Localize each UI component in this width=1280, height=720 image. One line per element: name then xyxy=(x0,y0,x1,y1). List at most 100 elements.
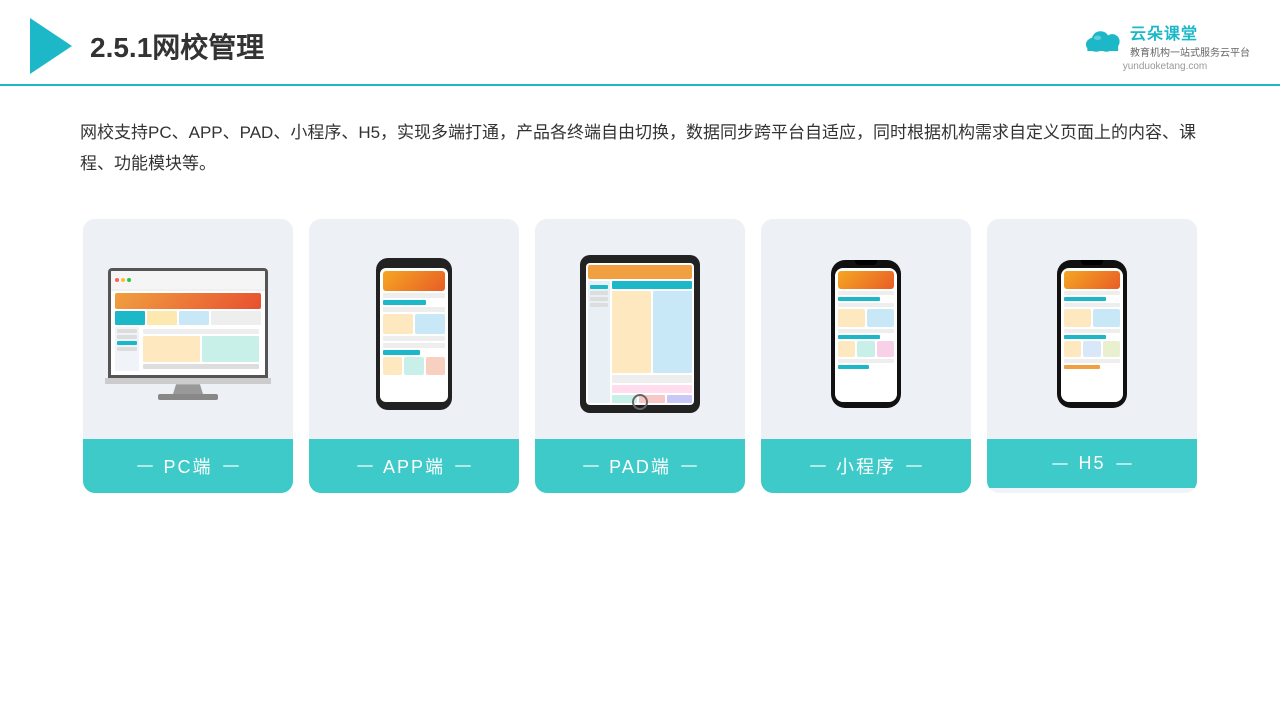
pad-screen-header xyxy=(588,265,692,279)
mini-block-row1 xyxy=(838,309,894,327)
h5-bar-accent1 xyxy=(1064,297,1106,301)
mini-block-row2 xyxy=(838,341,894,357)
h5-top xyxy=(1064,271,1120,289)
cloud-icon xyxy=(1080,25,1124,55)
pad-content-bar2 xyxy=(612,375,692,383)
logo-triangle-icon xyxy=(30,18,72,74)
pad-label-line-left xyxy=(583,465,599,467)
header-left: 2.5.1网校管理 xyxy=(30,18,264,74)
pad-card-label: PAD端 xyxy=(535,439,745,493)
app-card-label: APP端 xyxy=(309,439,519,493)
mini-block2 xyxy=(867,309,894,327)
pc-label-inner: PC端 xyxy=(83,453,293,479)
pc-card-label: PC端 xyxy=(83,439,293,493)
app-label-text: APP端 xyxy=(383,453,445,479)
pad-card: PAD端 xyxy=(535,219,745,493)
description-text: 网校支持PC、APP、PAD、小程序、H5，实现多端打通，产品各终端自由切换，数… xyxy=(80,118,1200,179)
brand-text-group: 云朵课堂 教育机构一站式服务云平台 xyxy=(1130,20,1250,59)
pad-label-inner: PAD端 xyxy=(535,453,745,479)
app-label-inner: APP端 xyxy=(309,453,519,479)
miniprogram-phone-frame xyxy=(831,260,901,408)
pad-sidebar xyxy=(588,281,610,403)
app-label-line-left xyxy=(357,465,373,467)
pad-tablet-mockup xyxy=(580,255,700,413)
h5-bar2 xyxy=(1064,303,1120,307)
h5-preview xyxy=(987,219,1197,439)
mini-bar-accent1 xyxy=(838,297,880,301)
miniprogram-screen xyxy=(835,268,897,402)
app-img-block2 xyxy=(415,314,445,334)
brand-url: yunduoketang.com xyxy=(1123,61,1208,72)
brand-logo: 云朵课堂 教育机构一站式服务云平台 xyxy=(1080,20,1250,59)
pad-label-line-right xyxy=(681,465,697,467)
pc-base xyxy=(158,394,218,400)
pc-label-text: PC端 xyxy=(163,453,212,479)
brand-tagline: 教育机构一站式服务云平台 xyxy=(1130,44,1250,59)
pad-home-button xyxy=(632,394,648,410)
pad-content-bar1 xyxy=(612,281,692,289)
h5-block2 xyxy=(1093,309,1120,327)
miniprogram-label-inner: 小程序 xyxy=(761,453,971,479)
miniprogram-card-label: 小程序 xyxy=(761,439,971,493)
pc-stand xyxy=(173,384,203,394)
mini-label-line-left xyxy=(810,465,826,467)
miniprogram-card: 小程序 xyxy=(761,219,971,493)
pc-mockup xyxy=(105,268,271,400)
app-bar4 xyxy=(383,343,445,348)
mini-bar3 xyxy=(838,329,894,333)
app-phone-mockup xyxy=(376,258,452,410)
pc-card: PC端 xyxy=(83,219,293,493)
mini-bar1 xyxy=(838,291,894,295)
pad-tablet-screen xyxy=(586,263,694,405)
pc-label-line-right xyxy=(223,465,239,467)
app-screen-top xyxy=(383,271,445,291)
h5-block-row1 xyxy=(1064,309,1120,327)
mini-bar4 xyxy=(838,359,894,363)
h5-notch xyxy=(1081,260,1103,265)
mini-block1 xyxy=(838,309,865,327)
h5-block1 xyxy=(1064,309,1091,327)
h5-label-inner: H5 xyxy=(987,453,1197,474)
app-img-row2 xyxy=(383,357,445,375)
mini-bar-accent2 xyxy=(838,335,880,339)
pad-screen-row xyxy=(588,281,692,403)
miniprogram-notch xyxy=(855,260,877,265)
app-phone-screen xyxy=(380,268,448,402)
app-img-row xyxy=(383,314,445,334)
h5-label-line-right xyxy=(1116,463,1132,465)
pc-screen-header xyxy=(111,271,265,289)
h5-bar3 xyxy=(1064,329,1120,333)
pc-screen xyxy=(108,268,268,378)
h5-bar4 xyxy=(1064,359,1120,363)
header: 2.5.1网校管理 云朵课堂 教育机构一站式服务云平台 yunduoketang… xyxy=(0,0,1280,86)
h5-label-line-left xyxy=(1052,463,1068,465)
miniprogram-phone-mockup xyxy=(831,260,901,408)
h5-bar-accent2 xyxy=(1064,335,1106,339)
app-bar3 xyxy=(383,336,445,341)
app-bar1 xyxy=(383,293,445,298)
miniprogram-label-text: 小程序 xyxy=(836,453,896,479)
h5-screen xyxy=(1061,268,1123,402)
app-phone-frame xyxy=(376,258,452,410)
h5-card-label: H5 xyxy=(987,439,1197,488)
miniprogram-preview xyxy=(761,219,971,439)
pc-preview xyxy=(83,219,293,439)
app-label-line-right xyxy=(455,465,471,467)
h5-bar1 xyxy=(1064,291,1120,295)
pad-label-text: PAD端 xyxy=(609,453,671,479)
app-img-block1 xyxy=(383,314,413,334)
miniprogram-top xyxy=(838,271,894,289)
description: 网校支持PC、APP、PAD、小程序、H5，实现多端打通，产品各终端自由切换，数… xyxy=(0,86,1280,189)
app-bar2 xyxy=(383,307,445,312)
app-preview xyxy=(309,219,519,439)
pad-content-bar3 xyxy=(612,385,692,393)
pad-tablet-frame xyxy=(580,255,700,413)
app-card: APP端 xyxy=(309,219,519,493)
mini-label-line-right xyxy=(906,465,922,467)
h5-label-text: H5 xyxy=(1078,453,1105,474)
mini-bar2 xyxy=(838,303,894,307)
page-title: 2.5.1网校管理 xyxy=(90,26,264,66)
pc-label-line-left xyxy=(137,465,153,467)
h5-block-row2 xyxy=(1064,341,1120,357)
header-right: 云朵课堂 教育机构一站式服务云平台 yunduoketang.com xyxy=(1080,20,1250,72)
